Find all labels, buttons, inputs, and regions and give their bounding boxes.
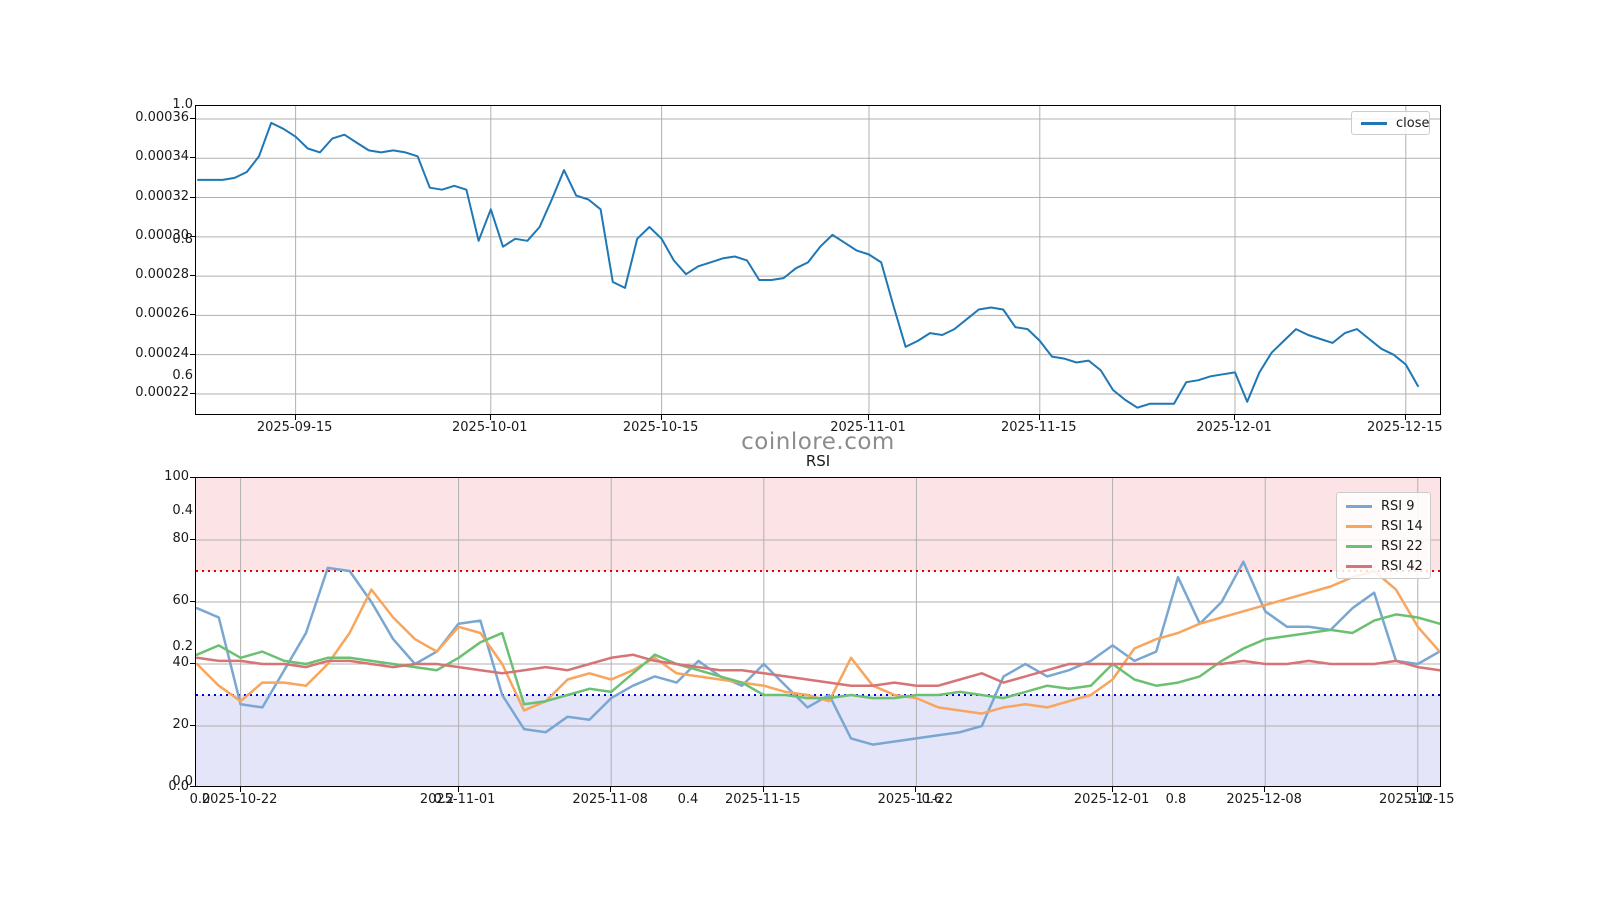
price-y-tick-label: 0.00032	[135, 188, 189, 204]
rsi-x-tick-label: 2025-11-15	[725, 792, 801, 807]
price-y-tick-label: 0.00034	[135, 149, 189, 165]
rsi-chart-title: RSI	[805, 452, 831, 470]
price-legend: close	[1351, 111, 1430, 135]
rsi-x-tick-label: 2025-12-08	[1226, 792, 1302, 807]
price-y-tick-mark	[190, 392, 195, 394]
price-x-tick-mark	[1038, 415, 1040, 420]
rsi-legend-row: RSI 22	[1337, 536, 1430, 556]
rsi-x-tick-mark	[1111, 787, 1113, 792]
price-y-tick-mark	[190, 196, 195, 198]
rsi-y-tick-label: 100	[164, 469, 189, 484]
price-x-tick-label: 2025-12-01	[1196, 420, 1272, 435]
stray-bottom-axis-label: 0.8	[1165, 792, 1187, 807]
rsi-y-tick-mark	[190, 663, 195, 664]
rsi-9-swatch	[1346, 504, 1372, 508]
oversold-band	[196, 695, 1440, 786]
rsi-legend-label: RSI 14	[1381, 518, 1423, 534]
rsi-42-series	[196, 653, 1440, 687]
rsi-legend-row: RSI 9	[1337, 496, 1430, 516]
price-y-tick-mark	[190, 314, 195, 316]
stray-left-axis-label: 1.0	[172, 97, 193, 112]
stray-bottom-axis-label: 0.4	[677, 792, 699, 807]
price-legend-label: close	[1396, 115, 1430, 131]
rsi-legend-label: RSI 22	[1381, 538, 1423, 554]
figure-canvas: close coinlore.com RSI RSI 9 RSI 14 RSI 22…	[0, 0, 1600, 900]
rsi-22-series	[196, 613, 1440, 706]
rsi-y-tick-mark	[190, 539, 195, 540]
stray-left-axis-label: 0.2	[172, 638, 193, 654]
stray-left-axis-label: 0.6	[172, 367, 193, 383]
stray-bottom-axis-label: 1.0	[1409, 792, 1431, 807]
price-x-tick-label: 2025-10-01	[452, 420, 528, 435]
price-x-tick-mark	[489, 415, 491, 420]
stray-bottom-axis-label: 0.6	[921, 792, 943, 807]
stray-bottom-axis-label: 0.2	[433, 792, 455, 807]
rsi-y-tick-label: 40	[172, 655, 189, 670]
stray-left-axis-label: 0.4	[172, 503, 193, 519]
price-chart-plot-area	[195, 105, 1441, 415]
rsi-x-tick-mark	[610, 787, 612, 792]
rsi-y-tick-label: 60	[172, 593, 189, 608]
rsi-x-tick-mark	[762, 787, 764, 792]
price-y-tick-label: 0.00026	[135, 306, 189, 322]
stray-left-axis-label: 0.0	[172, 774, 193, 789]
price-y-tick-label: 0.00022	[135, 384, 189, 400]
price-y-tick-mark	[190, 157, 195, 159]
rsi-y-tick-label: 20	[172, 717, 189, 732]
overbought-band	[196, 478, 1440, 571]
rsi-y-tick-mark	[190, 725, 195, 726]
price-y-tick-label: 0.00028	[135, 267, 189, 283]
rsi-14-swatch	[1346, 524, 1372, 528]
price-x-tick-label: 2025-11-15	[1001, 420, 1077, 435]
price-x-tick-label: 2025-12-15	[1367, 420, 1443, 435]
price-x-tick-mark	[294, 415, 296, 420]
price-x-tick-label: 2025-10-15	[622, 420, 699, 435]
price-x-tick-mark	[868, 415, 869, 420]
price-y-tick-mark	[190, 353, 195, 355]
rsi-chart-plot-area	[195, 477, 1441, 787]
rsi-legend-label: RSI 9	[1381, 498, 1415, 514]
price-chart-svg	[196, 106, 1440, 414]
stray-bottom-axis-label: 0.0	[189, 792, 211, 807]
rsi-x-tick-label: 2025-11-08	[572, 792, 648, 807]
rsi-y-tick-mark	[190, 477, 195, 478]
rsi-legend-row: RSI 14	[1337, 516, 1430, 536]
rsi-x-tick-mark	[1264, 787, 1266, 792]
price-y-tick-mark	[190, 275, 195, 277]
rsi-legend: RSI 9 RSI 14 RSI 22 RSI 42	[1336, 492, 1431, 579]
price-x-tick-label: 2025-11-01	[830, 420, 906, 435]
price-y-tick-mark	[190, 118, 195, 119]
close-line-swatch	[1361, 121, 1387, 125]
rsi-14-series	[196, 569, 1440, 715]
price-x-tick-mark	[660, 415, 662, 420]
price-legend-row: close	[1352, 112, 1429, 134]
rsi-legend-row: RSI 42	[1337, 556, 1430, 576]
price-x-tick-label: 2025-09-15	[256, 420, 333, 435]
rsi-x-tick-mark	[239, 787, 241, 792]
rsi-y-tick-mark	[190, 601, 195, 602]
rsi-42-swatch	[1346, 564, 1372, 568]
price-x-tick-mark	[1404, 415, 1406, 420]
rsi-chart-svg	[196, 478, 1440, 786]
rsi-legend-label: RSI 42	[1381, 558, 1423, 574]
rsi-y-tick-label: 80	[172, 531, 189, 546]
price-x-tick-mark	[1234, 415, 1235, 420]
stray-left-axis-label: 0.8	[172, 232, 193, 248]
rsi-22-swatch	[1346, 544, 1372, 548]
price-y-tick-label: 0.00024	[135, 345, 189, 361]
